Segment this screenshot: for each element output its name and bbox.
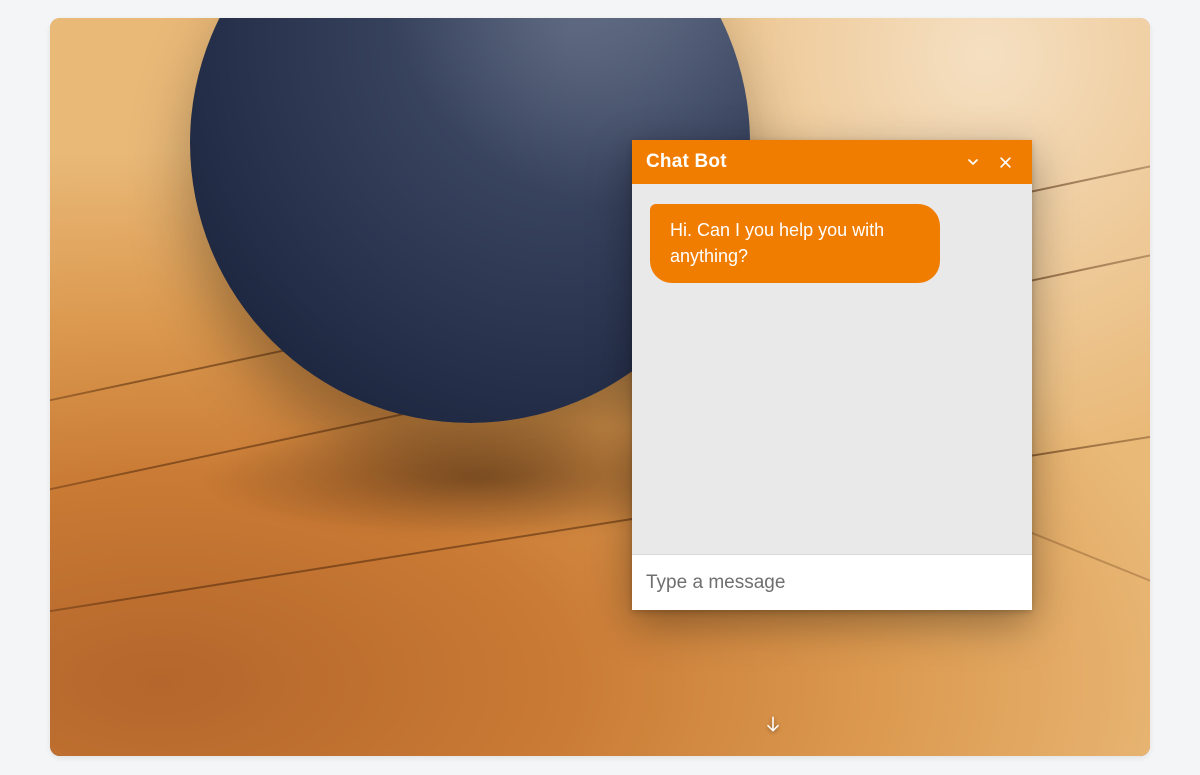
chat-title: Chat Bot <box>646 151 960 173</box>
minimize-button[interactable] <box>960 149 986 175</box>
close-button[interactable] <box>992 149 1018 175</box>
hero-frame: Chat Bot Hi. Can I you help you with any… <box>50 18 1150 756</box>
chevron-down-icon <box>965 154 981 170</box>
chat-messages: Hi. Can I you help you with anything? <box>632 184 1032 554</box>
close-icon <box>998 155 1013 170</box>
scroll-down-indicator[interactable] <box>761 712 785 736</box>
chat-input-row <box>632 554 1032 610</box>
arrow-down-icon <box>763 714 783 734</box>
message-input[interactable] <box>646 572 1018 594</box>
bot-message-bubble: Hi. Can I you help you with anything? <box>650 204 940 283</box>
chat-widget: Chat Bot Hi. Can I you help you with any… <box>632 140 1032 610</box>
chat-header: Chat Bot <box>632 140 1032 184</box>
